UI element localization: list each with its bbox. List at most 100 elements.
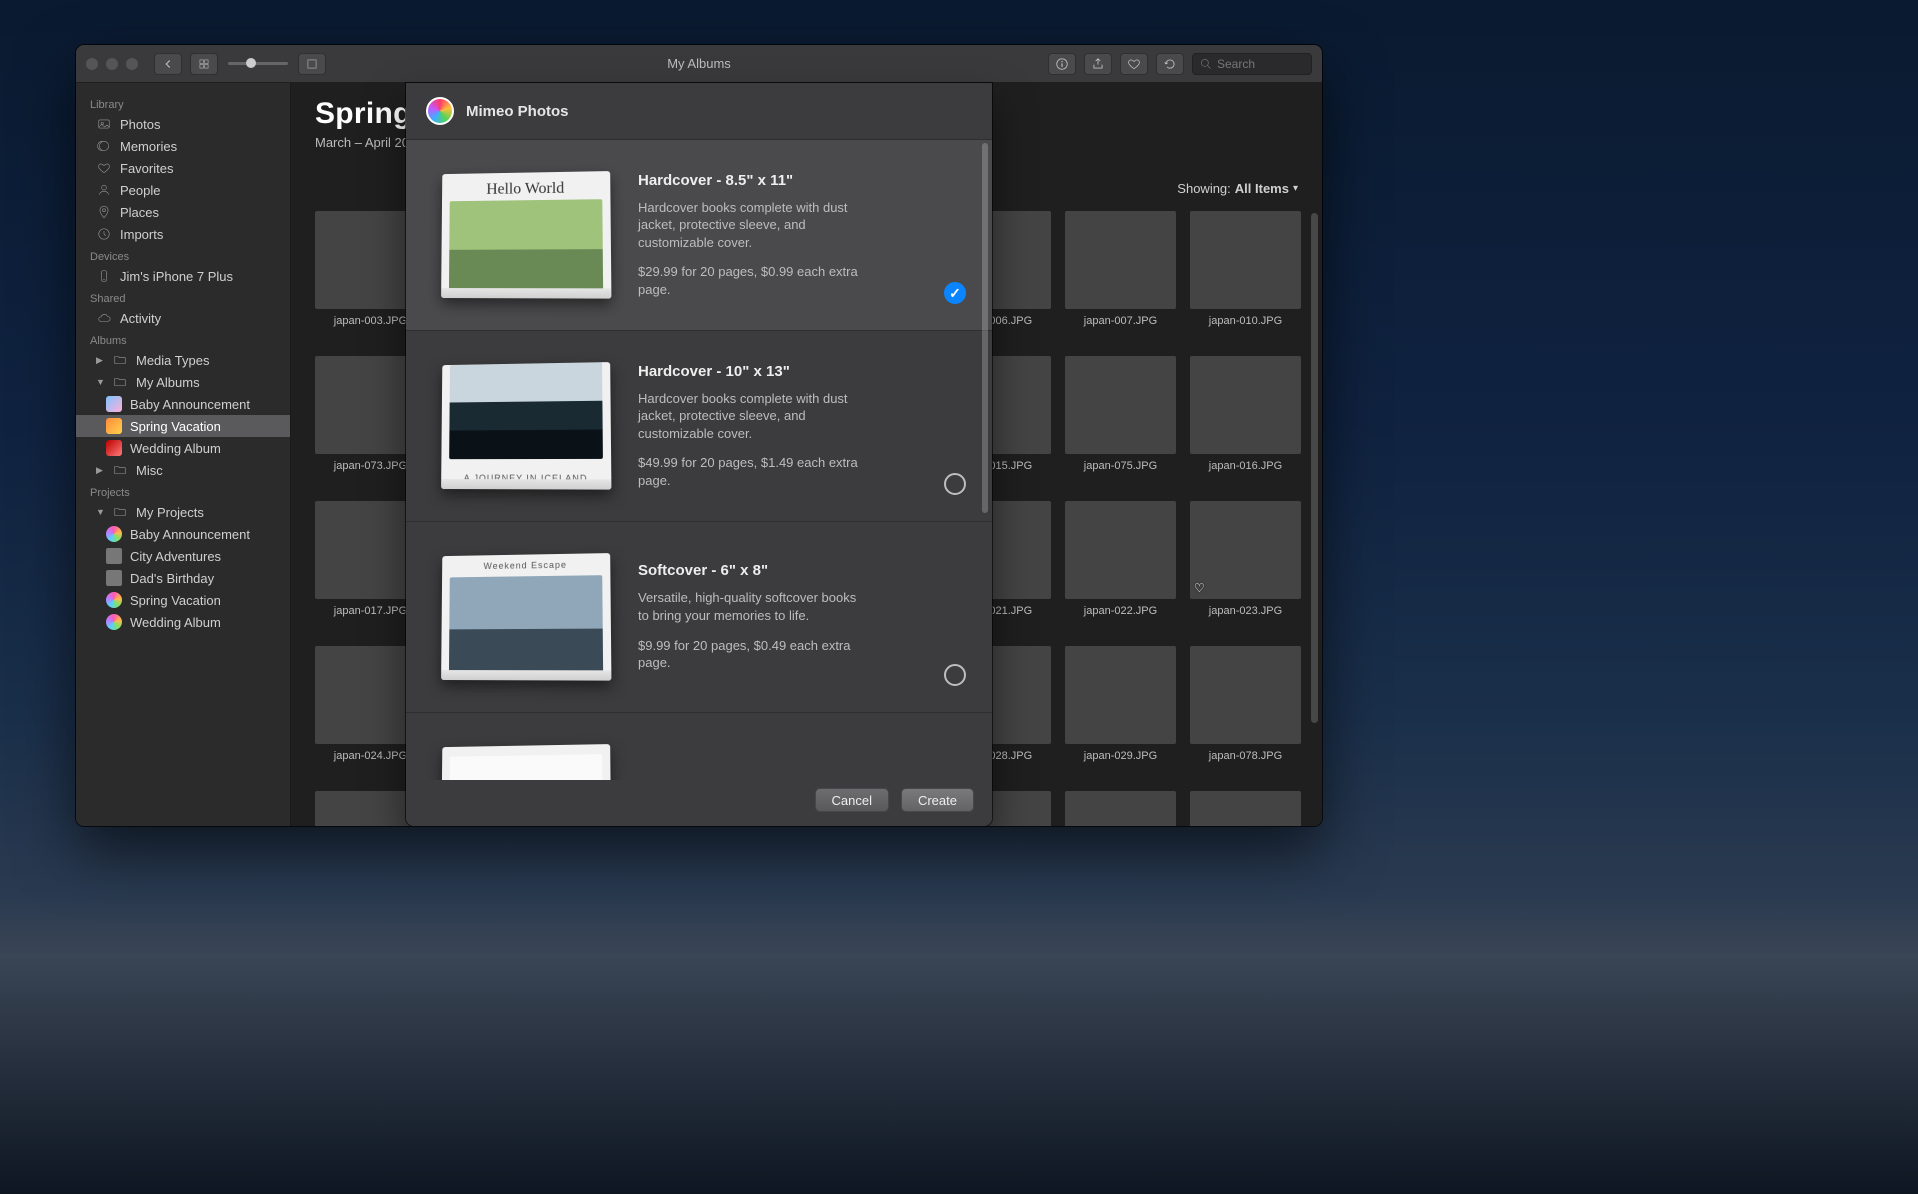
sidebar-item-memories[interactable]: Memories (76, 135, 290, 157)
sidebar-item-places[interactable]: Places (76, 201, 290, 223)
sidebar: Library Photos Memories Favorites People… (76, 83, 291, 826)
favorite-button[interactable] (1120, 53, 1148, 75)
sidebar-item-misc[interactable]: ▶ Misc (76, 459, 290, 481)
sidebar-item-label: Photos (120, 117, 160, 132)
product-option-radio[interactable] (944, 664, 966, 686)
book-icon (106, 570, 122, 586)
product-option[interactable]: Softcover - 8" x 8" (406, 712, 992, 780)
sidebar-item-people[interactable]: People (76, 179, 290, 201)
thumbnail-filename: japan-016.JPG (1209, 460, 1282, 472)
sidebar-item-my-projects[interactable]: ▼ My Projects (76, 501, 290, 523)
search-field[interactable]: Search (1192, 53, 1312, 75)
sidebar-item-photos[interactable]: Photos (76, 113, 290, 135)
sidebar-item-media-types[interactable]: ▶ Media Types (76, 349, 290, 371)
chevron-down-icon: ▼ (96, 377, 106, 387)
sidebar-item-label: Spring Vacation (130, 419, 221, 434)
sidebar-album-spring[interactable]: Spring Vacation (76, 415, 290, 437)
photo-thumbnail[interactable]: ♡japan-023.JPG (1190, 501, 1301, 636)
dialog-title: Mimeo Photos (466, 103, 569, 120)
share-button[interactable] (1084, 53, 1112, 75)
create-project-dialog: Mimeo Photos Hello World Hardcover - 8.5"… (406, 83, 992, 826)
sidebar-item-label: Memories (120, 139, 177, 154)
fullscreen-window-icon[interactable] (126, 58, 138, 70)
thumbnail-image (1065, 501, 1176, 599)
chevron-right-icon: ▶ (96, 355, 106, 366)
showing-label: Showing: (1177, 181, 1230, 196)
photo-thumbnail[interactable]: japan-016.JPG (1190, 356, 1301, 491)
sidebar-project-spring[interactable]: Spring Vacation (76, 589, 290, 611)
book-cover-title: Weekend Escape (442, 553, 610, 577)
product-option-description: Versatile, high-quality softcover books … (638, 589, 868, 624)
zoom-thumb-large[interactable] (298, 53, 326, 75)
sidebar-item-favorites[interactable]: Favorites (76, 157, 290, 179)
rotate-button[interactable] (1156, 53, 1184, 75)
product-option[interactable]: Hello WorldHardcover - 8.5" x 11"Hardcov… (406, 139, 992, 330)
photo-thumbnail[interactable]: japan-078.JPG (1190, 646, 1301, 781)
info-icon (1055, 57, 1069, 71)
people-icon (96, 182, 112, 198)
folder-icon (112, 504, 128, 520)
cancel-button[interactable]: Cancel (815, 788, 889, 812)
sidebar-project-city[interactable]: City Adventures (76, 545, 290, 567)
product-option-radio[interactable] (944, 473, 966, 495)
share-icon (1091, 57, 1105, 71)
product-option-price: $49.99 for 20 pages, $1.49 each extra pa… (638, 454, 868, 489)
sidebar-project-dad[interactable]: Dad's Birthday (76, 567, 290, 589)
sidebar-item-activity[interactable]: Activity (76, 307, 290, 329)
info-button[interactable] (1048, 53, 1076, 75)
iphone-icon (96, 268, 112, 284)
sidebar-item-label: City Adventures (130, 549, 221, 564)
photo-thumbnail[interactable]: japan-036.JPG (1065, 791, 1176, 826)
sidebar-item-imports[interactable]: Imports (76, 223, 290, 245)
photo-thumbnail[interactable]: japan-022.JPG (1065, 501, 1176, 636)
sidebar-project-wedding[interactable]: Wedding Album (76, 611, 290, 633)
sidebar-item-iphone[interactable]: Jim's iPhone 7 Plus (76, 265, 290, 287)
book-cover-image (449, 575, 603, 672)
search-icon (1199, 57, 1213, 71)
photo-thumbnail[interactable]: japan-037.JPG (1190, 791, 1301, 826)
photo-thumbnail[interactable]: japan-029.JPG (1065, 646, 1176, 781)
thumbnail-image (1065, 646, 1176, 744)
sidebar-item-label: Wedding Album (130, 441, 221, 456)
create-button[interactable]: Create (901, 788, 974, 812)
thumbnail-filename: japan-024.JPG (334, 750, 407, 762)
book-cover-title: Hello World (442, 171, 610, 201)
product-option-radio[interactable] (944, 282, 966, 304)
product-option[interactable]: Weekend Escape Softcover - 6" x 8"Versati… (406, 521, 992, 712)
photo-thumbnail[interactable]: japan-010.JPG (1190, 211, 1301, 346)
sidebar-album-wedding[interactable]: Wedding Album (76, 437, 290, 459)
sidebar-item-label: Baby Announcement (130, 527, 250, 542)
thumbnail-filename: japan-003.JPG (334, 315, 407, 327)
scrollbar[interactable] (982, 143, 988, 513)
thumbnail-zoom-slider[interactable] (228, 62, 288, 65)
thumbnail-filename: japan-010.JPG (1209, 315, 1282, 327)
zoom-thumb-small[interactable] (190, 53, 218, 75)
product-option-text: Hardcover - 10" x 13"Hardcover books com… (638, 363, 968, 490)
section-albums: Albums (76, 329, 290, 349)
folder-icon (112, 352, 128, 368)
close-window-icon[interactable] (86, 58, 98, 70)
sidebar-project-baby[interactable]: Baby Announcement (76, 523, 290, 545)
section-library: Library (76, 93, 290, 113)
photo-thumbnail[interactable]: japan-075.JPG (1065, 356, 1176, 491)
sidebar-item-my-albums[interactable]: ▼ My Albums (76, 371, 290, 393)
scrollbar[interactable] (1311, 213, 1318, 723)
chevron-down-icon: ▾ (1293, 183, 1298, 194)
product-option[interactable]: A JOURNEY IN ICELANDHardcover - 10" x 13… (406, 330, 992, 521)
sidebar-album-baby[interactable]: Baby Announcement (76, 393, 290, 415)
sidebar-item-label: Jim's iPhone 7 Plus (120, 269, 233, 284)
back-button[interactable] (154, 53, 182, 75)
product-option-title: Hardcover - 8.5" x 11" (638, 172, 968, 189)
showing-filter[interactable]: Showing: All Items ▾ (1177, 181, 1298, 196)
thumbnail-filename: japan-007.JPG (1084, 315, 1157, 327)
sidebar-item-label: Baby Announcement (130, 397, 250, 412)
photo-thumbnail[interactable]: japan-007.JPG (1065, 211, 1176, 346)
thumbnail-image (1065, 356, 1176, 454)
minimize-window-icon[interactable] (106, 58, 118, 70)
search-placeholder: Search (1217, 57, 1255, 71)
traffic-lights (86, 58, 138, 70)
product-option-text: Softcover - 6" x 8"Versatile, high-quali… (638, 562, 968, 671)
project-icon (106, 526, 122, 542)
thumbnail-image (1190, 791, 1301, 826)
book-cover-image (449, 199, 603, 290)
